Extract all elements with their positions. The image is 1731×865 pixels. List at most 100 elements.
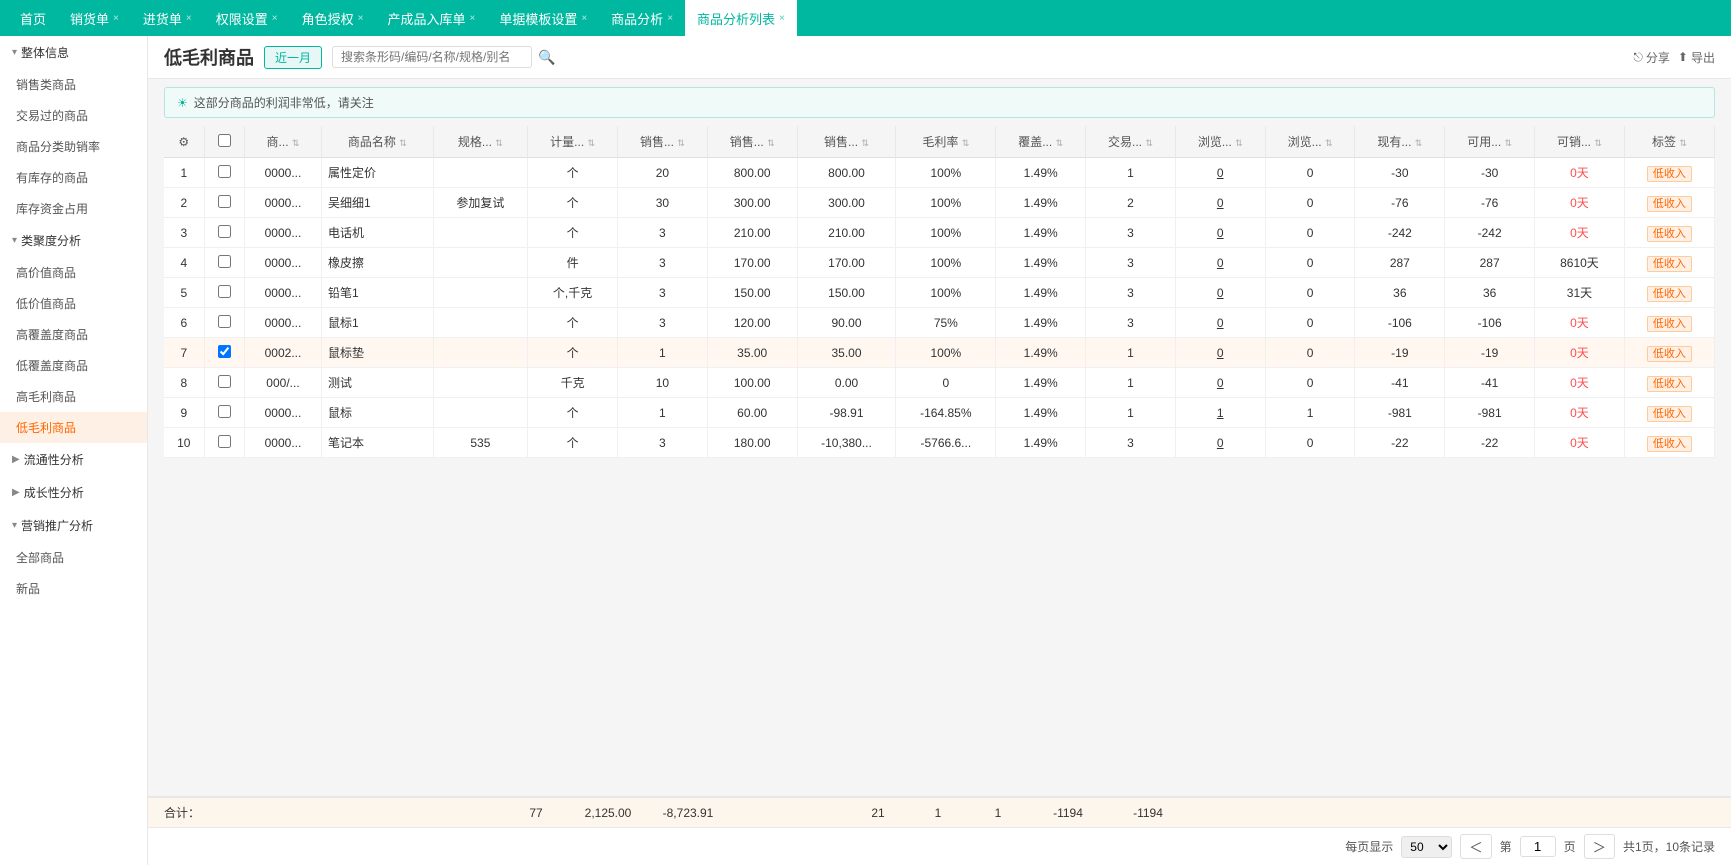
row-checkbox[interactable] [204,188,244,218]
nav-sales-close[interactable]: × [113,13,119,24]
col-sales-qty[interactable]: 销售... ⇅ [618,126,708,158]
row-checkbox[interactable] [204,218,244,248]
row-browse1[interactable]: 0 [1175,248,1265,278]
sidebar-item-sales-goods[interactable]: 销售类商品 [0,69,147,100]
row-browse1[interactable]: 0 [1175,308,1265,338]
nav-purchase[interactable]: 进货单 × [131,0,204,36]
share-button[interactable]: ⎋ 分享 [1633,49,1670,66]
col-browse2[interactable]: 浏览... ⇅ [1265,126,1355,158]
col-gross-rate[interactable]: 毛利率 ⇅ [896,126,996,158]
sidebar-item-high-profit[interactable]: 高毛利商品 [0,381,147,412]
row-checkbox[interactable] [204,428,244,458]
row-checkbox[interactable] [204,398,244,428]
sidebar-section-marketing[interactable]: ▾ 营销推广分析 [0,509,147,542]
row-checkbox[interactable] [204,338,244,368]
sidebar-section-circulation[interactable]: ▶ 流通性分析 [0,443,147,476]
row-gross-rate: 75% [896,308,996,338]
row-sales-qty: 3 [618,248,708,278]
row-browse1[interactable]: 0 [1175,218,1265,248]
row-checkbox[interactable] [204,158,244,188]
row-checkbox[interactable] [204,368,244,398]
nav-analysis-list[interactable]: 商品分析列表 × [685,0,797,36]
col-coverage[interactable]: 覆盖... ⇅ [996,126,1086,158]
col-checkbox[interactable] [204,126,244,158]
row-browse1[interactable]: 0 [1175,158,1265,188]
row-unit: 件 [528,248,618,278]
row-sellable-days: 0天 [1535,368,1625,398]
nav-template[interactable]: 单据模板设置 × [487,0,599,36]
search-input[interactable] [332,46,532,68]
row-browse1[interactable]: 0 [1175,428,1265,458]
col-tag[interactable]: 标签 ⇅ [1624,126,1714,158]
filter-recent-month-button[interactable]: 近一月 [264,46,322,69]
row-current-stock: -19 [1355,338,1445,368]
row-browse1[interactable]: 0 [1175,368,1265,398]
nav-analysis-close[interactable]: × [667,13,673,24]
nav-permission-close[interactable]: × [272,13,278,24]
nav-product-in-close[interactable]: × [469,13,475,24]
col-spec[interactable]: 规格... ⇅ [433,126,528,158]
sidebar-item-in-stock[interactable]: 有库存的商品 [0,162,147,193]
sidebar-item-high-coverage[interactable]: 高覆盖度商品 [0,319,147,350]
col-name[interactable]: 商品名称 ⇅ [322,126,434,158]
sidebar-item-all-goods[interactable]: 全部商品 [0,542,147,573]
sidebar-item-stock-capital[interactable]: 库存资金占用 [0,193,147,224]
col-browse1[interactable]: 浏览... ⇅ [1175,126,1265,158]
table-row: 3 0000... 电话机 个 3 210.00 210.00 100% 1.4… [164,218,1715,248]
nav-role[interactable]: 角色授权 × [290,0,376,36]
sidebar-item-low-coverage[interactable]: 低覆盖度商品 [0,350,147,381]
nav-purchase-close[interactable]: × [186,13,192,24]
nav-home[interactable]: 首页 [8,0,58,36]
col-settings[interactable]: ⚙ [164,126,204,158]
row-browse2: 0 [1265,368,1355,398]
per-page-select[interactable]: 50 100 200 [1401,836,1452,858]
nav-product-in[interactable]: 产成品入库单 × [375,0,487,36]
sidebar-item-low-profit[interactable]: 低毛利商品 [0,412,147,443]
nav-analysis[interactable]: 商品分析 × [599,0,685,36]
row-checkbox[interactable] [204,248,244,278]
sidebar-section-cluster[interactable]: ▾ 类聚度分析 [0,224,147,257]
row-browse1[interactable]: 0 [1175,188,1265,218]
nav-template-close[interactable]: × [581,13,587,24]
row-unit: 个 [528,158,618,188]
nav-sales[interactable]: 销货单 × [58,0,131,36]
sort-icon-7: ⇅ [861,138,869,148]
col-trade[interactable]: 交易... ⇅ [1086,126,1176,158]
nav-role-close[interactable]: × [358,13,364,24]
page-number-input[interactable] [1520,836,1556,857]
row-unit: 千克 [528,368,618,398]
row-checkbox[interactable] [204,278,244,308]
sort-icon-15: ⇅ [1594,138,1602,148]
col-unit[interactable]: 计量... ⇅ [528,126,618,158]
sort-icon: ⇅ [292,138,300,148]
page-label: 第 [1500,838,1512,855]
nav-analysis-list-close[interactable]: × [779,13,785,24]
nav-permission[interactable]: 权限设置 × [204,0,290,36]
col-sellable-days[interactable]: 可销... ⇅ [1535,126,1625,158]
col-available-stock[interactable]: 可用... ⇅ [1445,126,1535,158]
row-checkbox[interactable] [204,308,244,338]
row-browse1[interactable]: 0 [1175,278,1265,308]
prev-page-button[interactable]: ＜ [1460,834,1491,859]
table-row: 9 0000... 鼠标 个 1 60.00 -98.91 -164.85% 1… [164,398,1715,428]
sidebar-item-traded-goods[interactable]: 交易过的商品 [0,100,147,131]
col-current-stock[interactable]: 现有... ⇅ [1355,126,1445,158]
export-button[interactable]: ⬆ 导出 [1678,49,1715,66]
col-sales-amount[interactable]: 销售... ⇅ [707,126,797,158]
col-code[interactable]: 商... ⇅ [244,126,321,158]
sidebar-item-category-rate[interactable]: 商品分类助销率 [0,131,147,162]
col-sales-profit[interactable]: 销售... ⇅ [797,126,896,158]
select-all-checkbox[interactable] [218,134,231,147]
row-browse1[interactable]: 1 [1175,398,1265,428]
sidebar-section-overview[interactable]: ▾ 整体信息 [0,36,147,69]
next-page-button[interactable]: ＞ [1584,834,1615,859]
sidebar-item-high-value[interactable]: 高价值商品 [0,257,147,288]
sidebar-section-growth[interactable]: ▶ 成长性分析 [0,476,147,509]
row-available-stock: -106 [1445,308,1535,338]
row-coverage: 1.49% [996,158,1086,188]
row-sales-profit: 90.00 [797,308,896,338]
search-button[interactable]: 🔍 [538,49,555,66]
row-browse1[interactable]: 0 [1175,338,1265,368]
sidebar-item-new-goods[interactable]: 新品 [0,573,147,604]
sidebar-item-low-value[interactable]: 低价值商品 [0,288,147,319]
